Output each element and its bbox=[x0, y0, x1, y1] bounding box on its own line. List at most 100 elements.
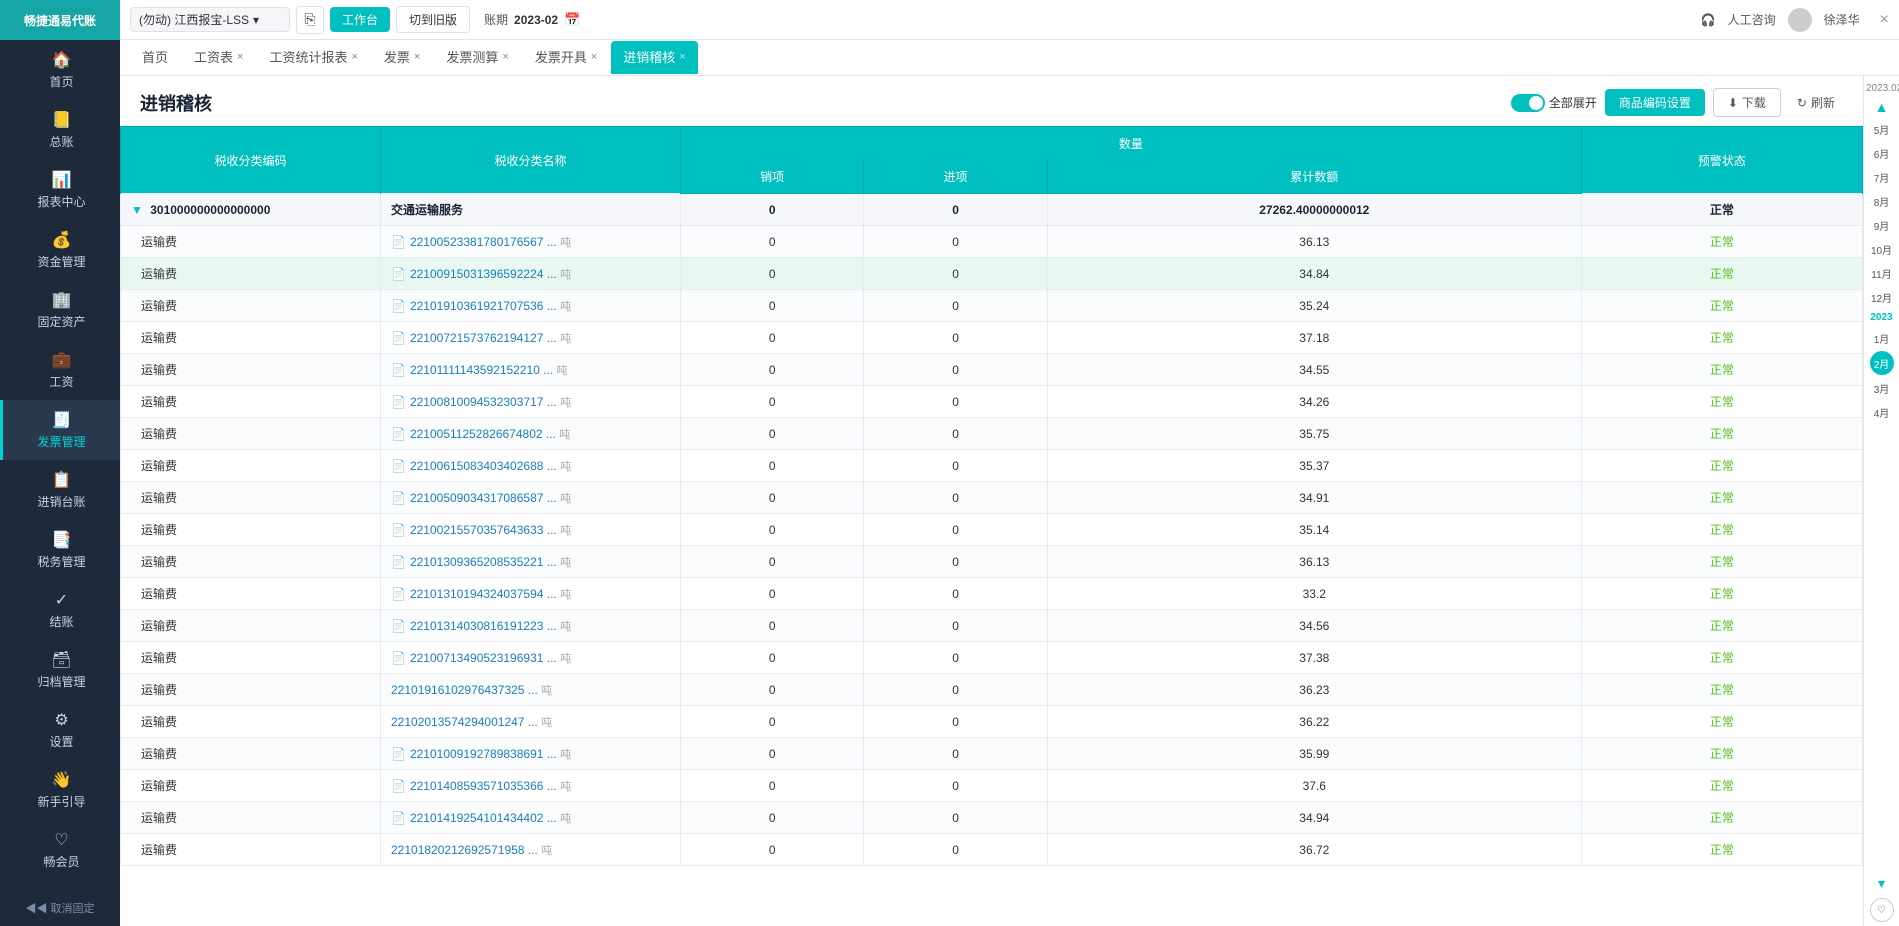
member-icon: ♡ bbox=[54, 830, 68, 850]
timeline-month-10[interactable]: 10月 bbox=[1867, 238, 1897, 260]
refresh-button[interactable]: ↻ 刷新 bbox=[1789, 89, 1843, 116]
doc-icon: 📄 bbox=[391, 619, 406, 633]
timeline-month-8[interactable]: 8月 bbox=[1867, 190, 1897, 212]
tab-salary-report-close[interactable]: × bbox=[351, 51, 357, 63]
timeline-up[interactable]: ▲ bbox=[1873, 97, 1891, 117]
doc-icon: 📄 bbox=[391, 331, 406, 345]
table-row: 运输费 bbox=[121, 290, 381, 322]
doc-icon: 📄 bbox=[391, 267, 406, 281]
expand-icon[interactable]: ▼ bbox=[131, 203, 143, 217]
header-actions: 全部展开 商品编码设置 ⬇ 下载 ↻ 刷新 bbox=[1511, 88, 1843, 117]
tab-invoice-close[interactable]: × bbox=[414, 51, 420, 63]
tab-invoice-calc-close[interactable]: × bbox=[502, 51, 508, 63]
timeline-month-11[interactable]: 11月 bbox=[1867, 262, 1897, 284]
sidebar-item-settings[interactable]: ⚙ 设置 bbox=[0, 700, 120, 760]
table-row: 运输费 bbox=[121, 386, 381, 418]
reports-icon: 📊 bbox=[52, 170, 72, 190]
sidebar-item-home[interactable]: 🏠 首页 bbox=[0, 40, 120, 100]
company-selector[interactable]: (勿动) 江西报宝-LSS ▾ bbox=[130, 7, 290, 32]
tab-invoice-open-close[interactable]: × bbox=[591, 51, 597, 63]
col-qty-cum: 累计数额 bbox=[1047, 160, 1581, 194]
main-area: (勿动) 江西报宝-LSS ▾ ⎘ 工作台 切到旧版 账期 2023-02 📅 … bbox=[120, 0, 1899, 926]
sidebar-item-archive[interactable]: 🗃 归档管理 bbox=[0, 640, 120, 700]
sidebar-label-home: 首页 bbox=[49, 73, 73, 90]
table-row: ▼ 301000000000000000 bbox=[121, 194, 381, 226]
table-row: 运输费 bbox=[121, 418, 381, 450]
sales-icon: 📋 bbox=[52, 470, 72, 490]
pin-icon: ◀◀ bbox=[25, 903, 47, 915]
switch-version-button[interactable]: 切到旧版 bbox=[396, 6, 470, 33]
sidebar-label-archive: 归档管理 bbox=[37, 673, 85, 690]
support-label[interactable]: 人工咨询 bbox=[1728, 11, 1776, 28]
tab-sales-check-close[interactable]: × bbox=[679, 51, 685, 63]
tab-invoice-open[interactable]: 发票开具 × bbox=[523, 41, 609, 74]
sidebar-label-member: 畅会员 bbox=[43, 853, 79, 870]
timeline-down[interactable]: ▾ bbox=[1876, 873, 1887, 894]
timeline-month-4[interactable]: 4月 bbox=[1867, 401, 1897, 423]
tab-salary-table-close[interactable]: × bbox=[237, 51, 243, 63]
sidebar-item-invoice[interactable]: 🧾 发票管理 bbox=[0, 400, 120, 460]
doc-icon: 📄 bbox=[391, 395, 406, 409]
copy-button[interactable]: ⎘ bbox=[296, 6, 324, 34]
expand-toggle[interactable]: 全部展开 bbox=[1511, 94, 1597, 112]
tab-invoice[interactable]: 发票 × bbox=[372, 41, 432, 74]
timeline-month-3[interactable]: 3月 bbox=[1867, 377, 1897, 399]
col-tax-code: 税收分类编码 bbox=[121, 127, 381, 194]
timeline-month-2[interactable]: 2月 bbox=[1870, 351, 1894, 375]
sidebar-item-tax[interactable]: 📑 税务管理 bbox=[0, 520, 120, 580]
sidebar-item-capital[interactable]: 💰 资金管理 bbox=[0, 220, 120, 280]
download-label: 下载 bbox=[1742, 94, 1766, 111]
timeline-month-1[interactable]: 1月 bbox=[1867, 327, 1897, 349]
sidebar-item-member[interactable]: ♡ 畅会员 bbox=[0, 820, 120, 880]
timeline-month-5[interactable]: 5月 bbox=[1867, 118, 1897, 140]
table-row: 运输费 bbox=[121, 706, 381, 738]
sidebar-unpin[interactable]: ◀◀ 取消固定 bbox=[0, 890, 120, 926]
tab-sales-check[interactable]: 进销稽核 × bbox=[611, 41, 697, 74]
company-name: (勿动) 江西报宝-LSS bbox=[139, 11, 249, 28]
topbar-right: 🎧 人工咨询 徐泽华 × bbox=[1701, 8, 1889, 32]
timeline-month-9[interactable]: 9月 bbox=[1867, 214, 1897, 236]
sidebar-label-close: 结账 bbox=[49, 613, 73, 630]
sidebar-label-capital: 资金管理 bbox=[37, 253, 85, 270]
timeline-month-7[interactable]: 7月 bbox=[1867, 166, 1897, 188]
app-logo: 畅捷通易代账 bbox=[0, 0, 120, 40]
period-label: 账期 bbox=[484, 11, 508, 28]
table-row: 运输费 bbox=[121, 738, 381, 770]
doc-icon: 📄 bbox=[391, 811, 406, 825]
tabbar: 首页 工资表 × 工资统计报表 × 发票 × 发票测算 × 发票开具 × 进销稽… bbox=[120, 40, 1899, 76]
doc-icon: 📄 bbox=[391, 427, 406, 441]
calendar-icon[interactable]: 📅 bbox=[564, 12, 580, 28]
toggle-track[interactable] bbox=[1511, 94, 1545, 112]
page-title: 进销稽核 bbox=[140, 90, 212, 116]
doc-icon: 📄 bbox=[391, 651, 406, 665]
table-row: 运输费 bbox=[121, 514, 381, 546]
sidebar-item-fixed[interactable]: 🏢 固定资产 bbox=[0, 280, 120, 340]
doc-icon: 📄 bbox=[391, 299, 406, 313]
timeline-month-12[interactable]: 12月 bbox=[1867, 286, 1897, 308]
workspace-button[interactable]: 工作台 bbox=[330, 7, 390, 32]
timeline-year-2022: 2023.02 bbox=[1864, 80, 1899, 97]
tab-salary-table[interactable]: 工资表 × bbox=[182, 41, 255, 74]
window-close-button[interactable]: × bbox=[1880, 11, 1889, 29]
tab-salary-report[interactable]: 工资统计报表 × bbox=[257, 41, 369, 74]
tab-invoice-calc[interactable]: 发票测算 × bbox=[434, 41, 520, 74]
sidebar-item-sales[interactable]: 📋 进销台账 bbox=[0, 460, 120, 520]
doc-icon: 📄 bbox=[391, 491, 406, 505]
sidebar-item-salary[interactable]: 💼 工资 bbox=[0, 340, 120, 400]
table-row: 运输费 bbox=[121, 770, 381, 802]
download-button[interactable]: ⬇ 下载 bbox=[1713, 88, 1781, 117]
timeline-month-6[interactable]: 6月 bbox=[1867, 142, 1897, 164]
sidebar-label-guide: 新手引导 bbox=[37, 793, 85, 810]
sidebar-label-tax: 税务管理 bbox=[37, 553, 85, 570]
settings-button[interactable]: 商品编码设置 bbox=[1605, 89, 1705, 116]
sidebar-item-guide[interactable]: 👋 新手引导 bbox=[0, 760, 120, 820]
sidebar-item-reports[interactable]: 📊 报表中心 bbox=[0, 160, 120, 220]
download-icon: ⬇ bbox=[1728, 96, 1738, 110]
tab-sales-check-label: 进销稽核 bbox=[623, 47, 675, 66]
timeline-heart[interactable]: ♡ bbox=[1870, 898, 1894, 922]
sidebar-item-ledger[interactable]: 📒 总账 bbox=[0, 100, 120, 160]
sidebar-label-settings: 设置 bbox=[49, 733, 73, 750]
unpin-label: 取消固定 bbox=[51, 903, 95, 915]
tab-home[interactable]: 首页 bbox=[130, 41, 180, 74]
sidebar-item-close[interactable]: ✓ 结账 bbox=[0, 580, 120, 640]
